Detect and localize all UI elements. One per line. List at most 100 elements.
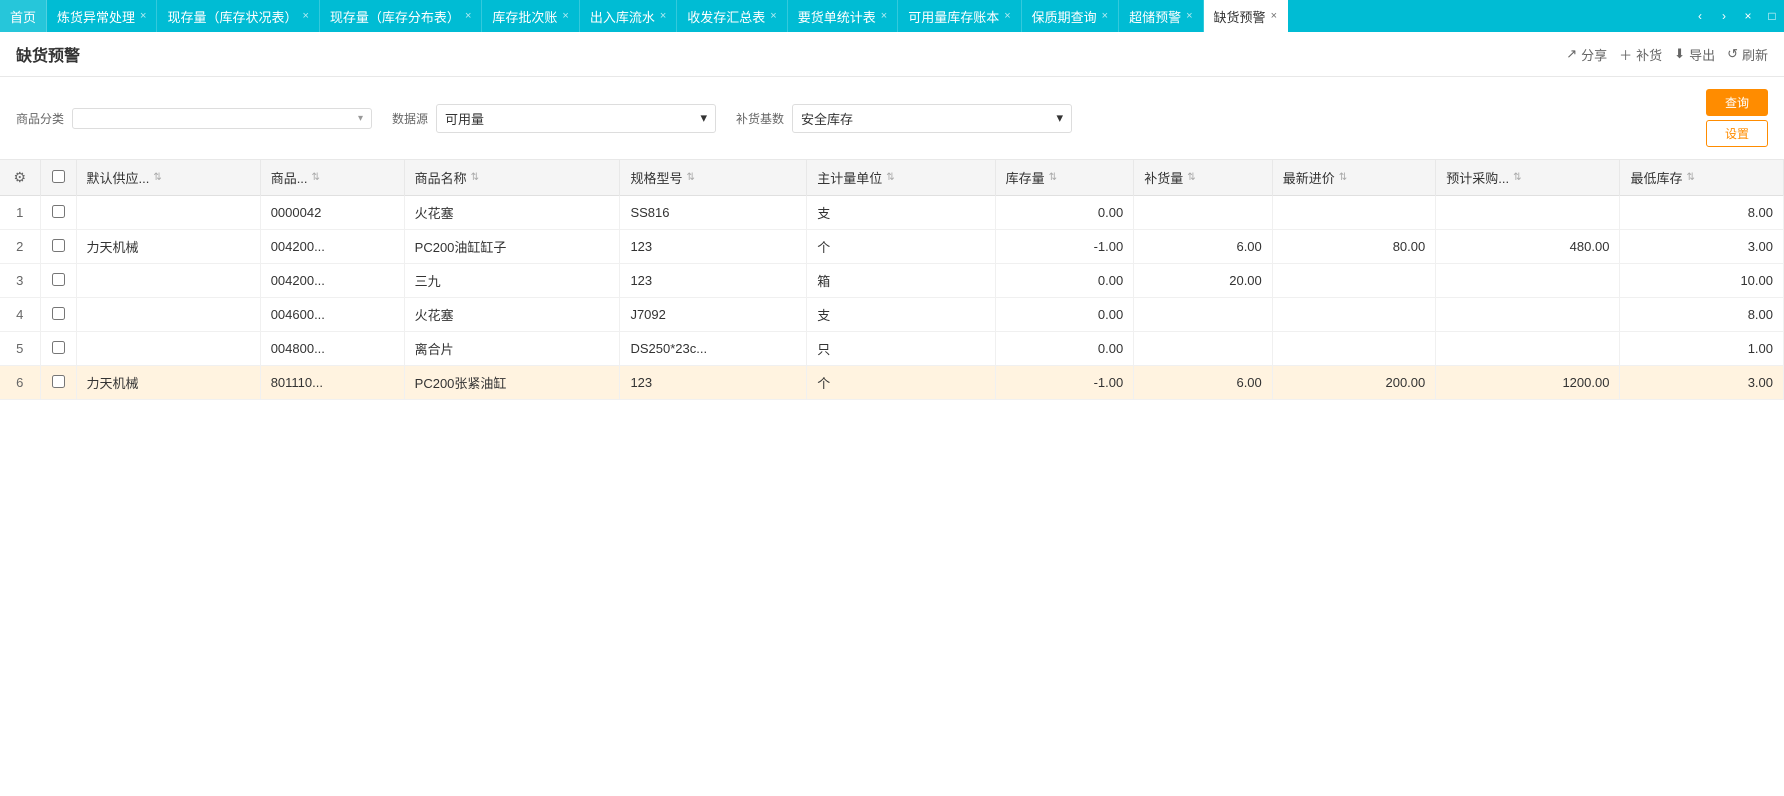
query-button[interactable]: 查询 bbox=[1706, 89, 1768, 116]
th-spec[interactable]: 规格型号⇅ bbox=[620, 160, 807, 196]
tab-close-overstock-warning[interactable]: × bbox=[1186, 10, 1192, 22]
cell-min-stock: 3.00 bbox=[1620, 366, 1784, 400]
sort-icon-unit: ⇅ bbox=[886, 172, 894, 183]
th-replenish[interactable]: 补货量⇅ bbox=[1134, 160, 1273, 196]
row-checkbox[interactable] bbox=[52, 205, 65, 218]
datasource-label: 数据源 bbox=[392, 110, 428, 127]
cell-latest-price: 80.00 bbox=[1272, 230, 1435, 264]
tab-inout-flow[interactable]: 出入库流水× bbox=[580, 0, 677, 32]
tab-label-batch-account: 库存批次账 bbox=[492, 7, 557, 26]
gear-icon[interactable]: ⚙ bbox=[10, 169, 30, 186]
datasource-arrow-icon: ▾ bbox=[701, 110, 708, 126]
tab-close-batch-account[interactable]: × bbox=[562, 10, 568, 22]
cell-min-stock: 3.00 bbox=[1620, 230, 1784, 264]
tab-batch-account[interactable]: 库存批次账 × bbox=[482, 0, 579, 32]
tab-expiry-query[interactable]: 保质期查询 × bbox=[1022, 0, 1119, 32]
cell-unit: 箱 bbox=[807, 264, 995, 298]
cell-stock: 0.00 bbox=[995, 332, 1134, 366]
sort-icon-supplier: ⇅ bbox=[153, 172, 161, 183]
cell-supplier bbox=[76, 298, 260, 332]
tab-overstock-warning[interactable]: 超储预警× bbox=[1119, 0, 1203, 32]
cell-latest-price: 200.00 bbox=[1272, 366, 1435, 400]
tab-stockout-warning[interactable]: 缺货预警× bbox=[1204, 0, 1288, 32]
cell-num: 6 bbox=[0, 366, 40, 400]
tab-available-ledger[interactable]: 可用量库存账本× bbox=[898, 0, 1021, 32]
tab-next-button[interactable]: › bbox=[1712, 0, 1736, 32]
tab-close-inventory-dist[interactable]: × bbox=[465, 10, 471, 22]
export-button[interactable]: ⬇ 导出 bbox=[1674, 45, 1715, 64]
filter-actions: 查询 设置 bbox=[1706, 89, 1768, 147]
page-title: 缺货预警 bbox=[16, 42, 1566, 66]
tab-close-stockout-warning[interactable]: × bbox=[1271, 10, 1277, 22]
cell-replenish bbox=[1134, 332, 1273, 366]
th-name[interactable]: 商品名称⇅ bbox=[404, 160, 620, 196]
tab-close-all-button[interactable]: × bbox=[1736, 0, 1760, 32]
th-supplier[interactable]: 默认供应...⇅ bbox=[76, 160, 260, 196]
th-label-replenish: 补货量 bbox=[1144, 168, 1183, 187]
table-row: 5004800...离合片DS250*23c...只0.001.00 bbox=[0, 332, 1784, 366]
replenish-button[interactable]: ＋ 补货 bbox=[1619, 45, 1662, 64]
th-unit[interactable]: 主计量单位⇅ bbox=[807, 160, 995, 196]
cell-est-purchase bbox=[1436, 264, 1620, 298]
tab-inventory-dist[interactable]: 现存量（库存分布表）× bbox=[320, 0, 482, 32]
th-est_purchase[interactable]: 预计采购...⇅ bbox=[1436, 160, 1620, 196]
cell-name: 火花塞 bbox=[404, 196, 620, 230]
th-stock[interactable]: 库存量⇅ bbox=[995, 160, 1134, 196]
th-code[interactable]: 商品...⇅ bbox=[260, 160, 404, 196]
select-all-checkbox[interactable] bbox=[52, 170, 65, 183]
tab-close-requisition-stat[interactable]: × bbox=[881, 10, 887, 22]
row-checkbox[interactable] bbox=[52, 307, 65, 320]
tab-abnormal[interactable]: 炼货异常处理× bbox=[47, 0, 157, 32]
tab-close-available-ledger[interactable]: × bbox=[1004, 10, 1010, 22]
table-header-row: ⚙默认供应...⇅商品...⇅商品名称⇅规格型号⇅主计量单位⇅库存量⇅补货量⇅最… bbox=[0, 160, 1784, 196]
tab-requisition-stat[interactable]: 要货单统计表 × bbox=[788, 0, 898, 32]
cell-name: 三九 bbox=[404, 264, 620, 298]
tab-home[interactable]: 首页 bbox=[0, 0, 47, 32]
tab-close-inout-flow[interactable]: × bbox=[660, 10, 666, 22]
datasource-select[interactable]: 可用量 ▾ bbox=[436, 104, 716, 133]
row-checkbox[interactable] bbox=[52, 273, 65, 286]
cell-code: 004600... bbox=[260, 298, 404, 332]
tab-label-expiry-query: 保质期查询 bbox=[1032, 7, 1097, 26]
cell-stock: 0.00 bbox=[995, 298, 1134, 332]
row-checkbox[interactable] bbox=[52, 375, 65, 388]
cell-min-stock: 1.00 bbox=[1620, 332, 1784, 366]
cell-spec: 123 bbox=[620, 264, 807, 298]
tab-label-requisition-stat: 要货单统计表 bbox=[798, 7, 876, 26]
cell-est-purchase bbox=[1436, 196, 1620, 230]
row-checkbox[interactable] bbox=[52, 341, 65, 354]
tab-prev-button[interactable]: ‹ bbox=[1688, 0, 1712, 32]
cell-est-purchase bbox=[1436, 332, 1620, 366]
tab-maximize-button[interactable]: □ bbox=[1760, 0, 1784, 32]
base-select[interactable]: 安全库存 ▾ bbox=[792, 104, 1072, 133]
settings-button[interactable]: 设置 bbox=[1706, 120, 1768, 147]
tab-inventory-status[interactable]: 现存量（库存状况表）× bbox=[157, 0, 319, 32]
tab-label-home: 首页 bbox=[10, 7, 36, 26]
tab-close-inventory-status[interactable]: × bbox=[302, 10, 308, 22]
th-num: ⚙ bbox=[0, 160, 40, 196]
base-filter-group: 补货基数 安全库存 ▾ bbox=[736, 104, 1072, 133]
category-select[interactable]: ▾ bbox=[72, 108, 372, 129]
th-latest_price[interactable]: 最新进价⇅ bbox=[1272, 160, 1435, 196]
cell-check bbox=[40, 264, 76, 298]
refresh-button[interactable]: ↺ 刷新 bbox=[1727, 45, 1768, 64]
tab-close-expiry-query[interactable]: × bbox=[1102, 10, 1108, 22]
th-min_stock[interactable]: 最低库存⇅ bbox=[1620, 160, 1784, 196]
row-checkbox[interactable] bbox=[52, 239, 65, 252]
tab-close-abnormal[interactable]: × bbox=[140, 10, 146, 22]
tab-receive-summary[interactable]: 收发存汇总表 × bbox=[677, 0, 787, 32]
cell-supplier bbox=[76, 196, 260, 230]
share-button[interactable]: ↗ 分享 bbox=[1566, 45, 1607, 64]
cell-supplier bbox=[76, 332, 260, 366]
cell-est-purchase: 1200.00 bbox=[1436, 366, 1620, 400]
cell-stock: 0.00 bbox=[995, 196, 1134, 230]
main-content: 缺货预警 ↗ 分享 ＋ 补货 ⬇ 导出 ↺ 刷新 商品分类 bbox=[0, 32, 1784, 796]
sort-icon-latest_price: ⇅ bbox=[1339, 172, 1347, 183]
sort-icon-est_purchase: ⇅ bbox=[1513, 172, 1521, 183]
cell-replenish bbox=[1134, 298, 1273, 332]
tab-close-receive-summary[interactable]: × bbox=[770, 10, 776, 22]
table-row: 2力天机械004200...PC200油缸缸子123个-1.006.0080.0… bbox=[0, 230, 1784, 264]
tab-label-receive-summary: 收发存汇总表 bbox=[687, 7, 765, 26]
cell-spec: 123 bbox=[620, 366, 807, 400]
cell-replenish bbox=[1134, 196, 1273, 230]
